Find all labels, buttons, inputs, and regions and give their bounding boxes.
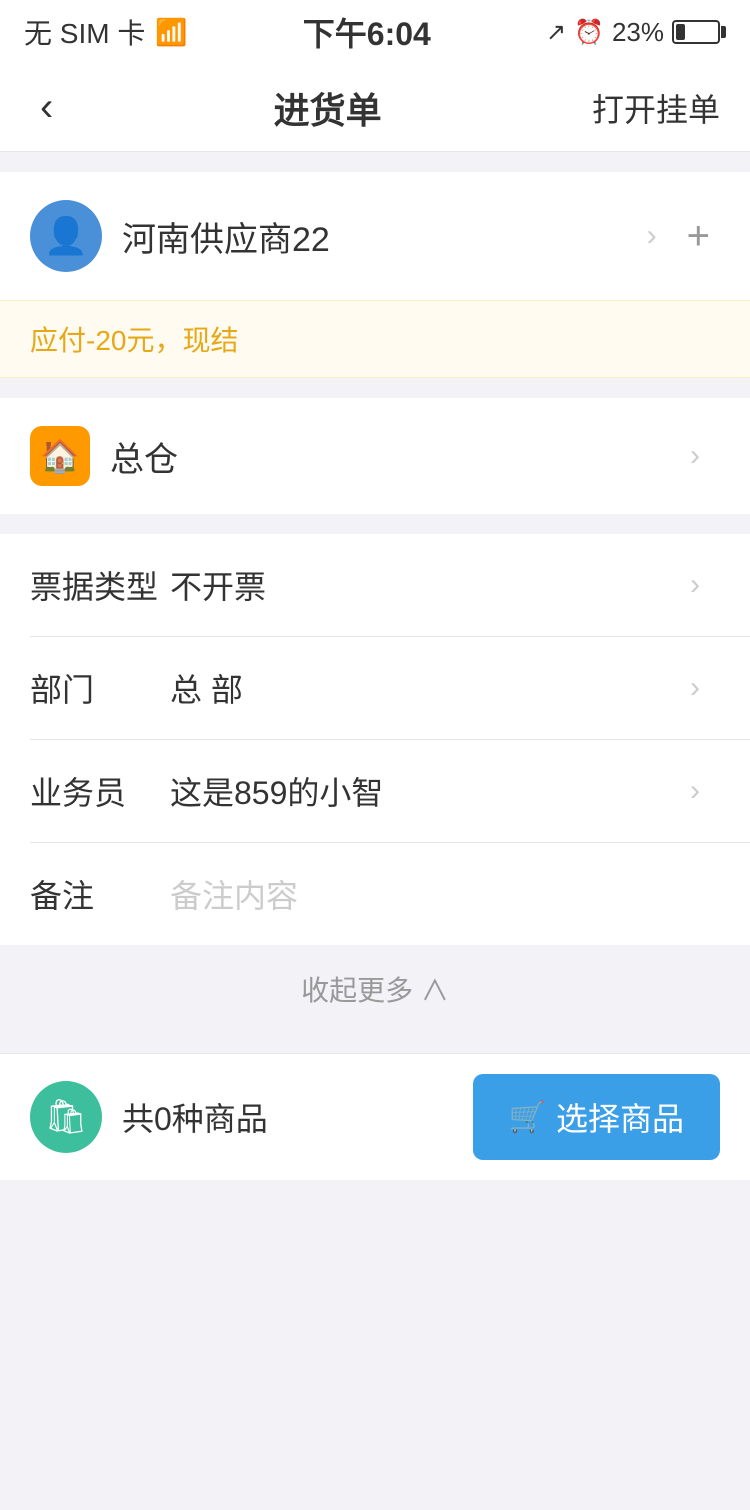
dept-value: 总 部	[170, 665, 690, 711]
notice-banner: 应付-20元，现结	[0, 300, 750, 378]
product-count: 共0种商品	[122, 1094, 473, 1140]
form-section: 票据类型 不开票 › 部门 总 部 › 业务员 这是859的小智 › 备注 备注…	[0, 534, 750, 945]
remark-input[interactable]: 备注内容	[170, 871, 720, 917]
dept-chevron-icon: ›	[690, 671, 700, 705]
collapse-button[interactable]: 收起更多 ∧	[0, 945, 750, 1033]
alarm-icon: ⏰	[574, 18, 604, 47]
open-pending-button[interactable]: 打开挂单	[592, 85, 720, 131]
supplier-chevron-icon: ›	[647, 219, 657, 253]
avatar-icon: 👤	[44, 215, 89, 257]
invoice-label: 票据类型	[30, 562, 170, 608]
warehouse-icon-wrap: 🏠	[30, 426, 90, 486]
status-bar: 无 SIM 卡 📶 下午6:04 ↗ ⏰ 23%	[0, 0, 750, 64]
section-gap-3	[0, 514, 750, 534]
add-supplier-button[interactable]: +	[677, 214, 720, 259]
warehouse-chevron-icon: ›	[690, 439, 700, 473]
dept-row[interactable]: 部门 总 部 ›	[0, 637, 750, 739]
page-title: 进货单	[274, 82, 382, 134]
select-goods-button[interactable]: 🛒 选择商品	[473, 1074, 720, 1160]
supplier-name: 河南供应商22	[122, 212, 647, 261]
section-gap-2	[0, 378, 750, 398]
wifi-icon: 📶	[155, 17, 187, 48]
sales-row[interactable]: 业务员 这是859的小智 ›	[0, 740, 750, 842]
warehouse-icon: 🏠	[40, 437, 80, 475]
invoice-chevron-icon: ›	[690, 568, 700, 602]
remark-row[interactable]: 备注 备注内容	[0, 843, 750, 945]
section-gap-1	[0, 152, 750, 172]
remark-label: 备注	[30, 871, 170, 917]
dept-label: 部门	[30, 665, 170, 711]
status-right: ↗ ⏰ 23%	[546, 17, 726, 48]
product-bar: 🛍 共0种商品 🛒 选择商品	[0, 1053, 750, 1180]
invoice-row[interactable]: 票据类型 不开票 ›	[0, 534, 750, 636]
location-icon: ↗	[546, 18, 566, 47]
supplier-row[interactable]: 👤 河南供应商22 › +	[0, 172, 750, 300]
battery-icon	[672, 20, 726, 44]
invoice-value: 不开票	[170, 562, 690, 608]
section-gap-4	[0, 1033, 750, 1053]
supplier-section: 👤 河南供应商22 › + 应付-20元，现结	[0, 172, 750, 378]
supplier-avatar: 👤	[30, 200, 102, 272]
sim-label: 无 SIM 卡	[24, 12, 145, 52]
warehouse-row[interactable]: 🏠 总仓 ›	[0, 398, 750, 514]
warehouse-name: 总仓	[110, 432, 690, 481]
status-time: 下午6:04	[303, 9, 431, 55]
status-left: 无 SIM 卡 📶	[24, 12, 188, 52]
back-button[interactable]: ‹	[30, 75, 63, 140]
nav-bar: ‹ 进货单 打开挂单	[0, 64, 750, 152]
select-goods-label: 选择商品	[556, 1094, 684, 1140]
sales-label: 业务员	[30, 768, 170, 814]
warehouse-section: 🏠 总仓 ›	[0, 398, 750, 514]
bottom-background	[0, 1180, 750, 1510]
product-icon-wrap: 🛍	[30, 1081, 102, 1153]
sales-value: 这是859的小智	[170, 768, 690, 814]
sales-chevron-icon: ›	[690, 774, 700, 808]
select-goods-icon: 🛒	[509, 1100, 546, 1135]
product-icon: 🛍	[44, 1097, 87, 1137]
battery-percent: 23%	[612, 17, 664, 48]
